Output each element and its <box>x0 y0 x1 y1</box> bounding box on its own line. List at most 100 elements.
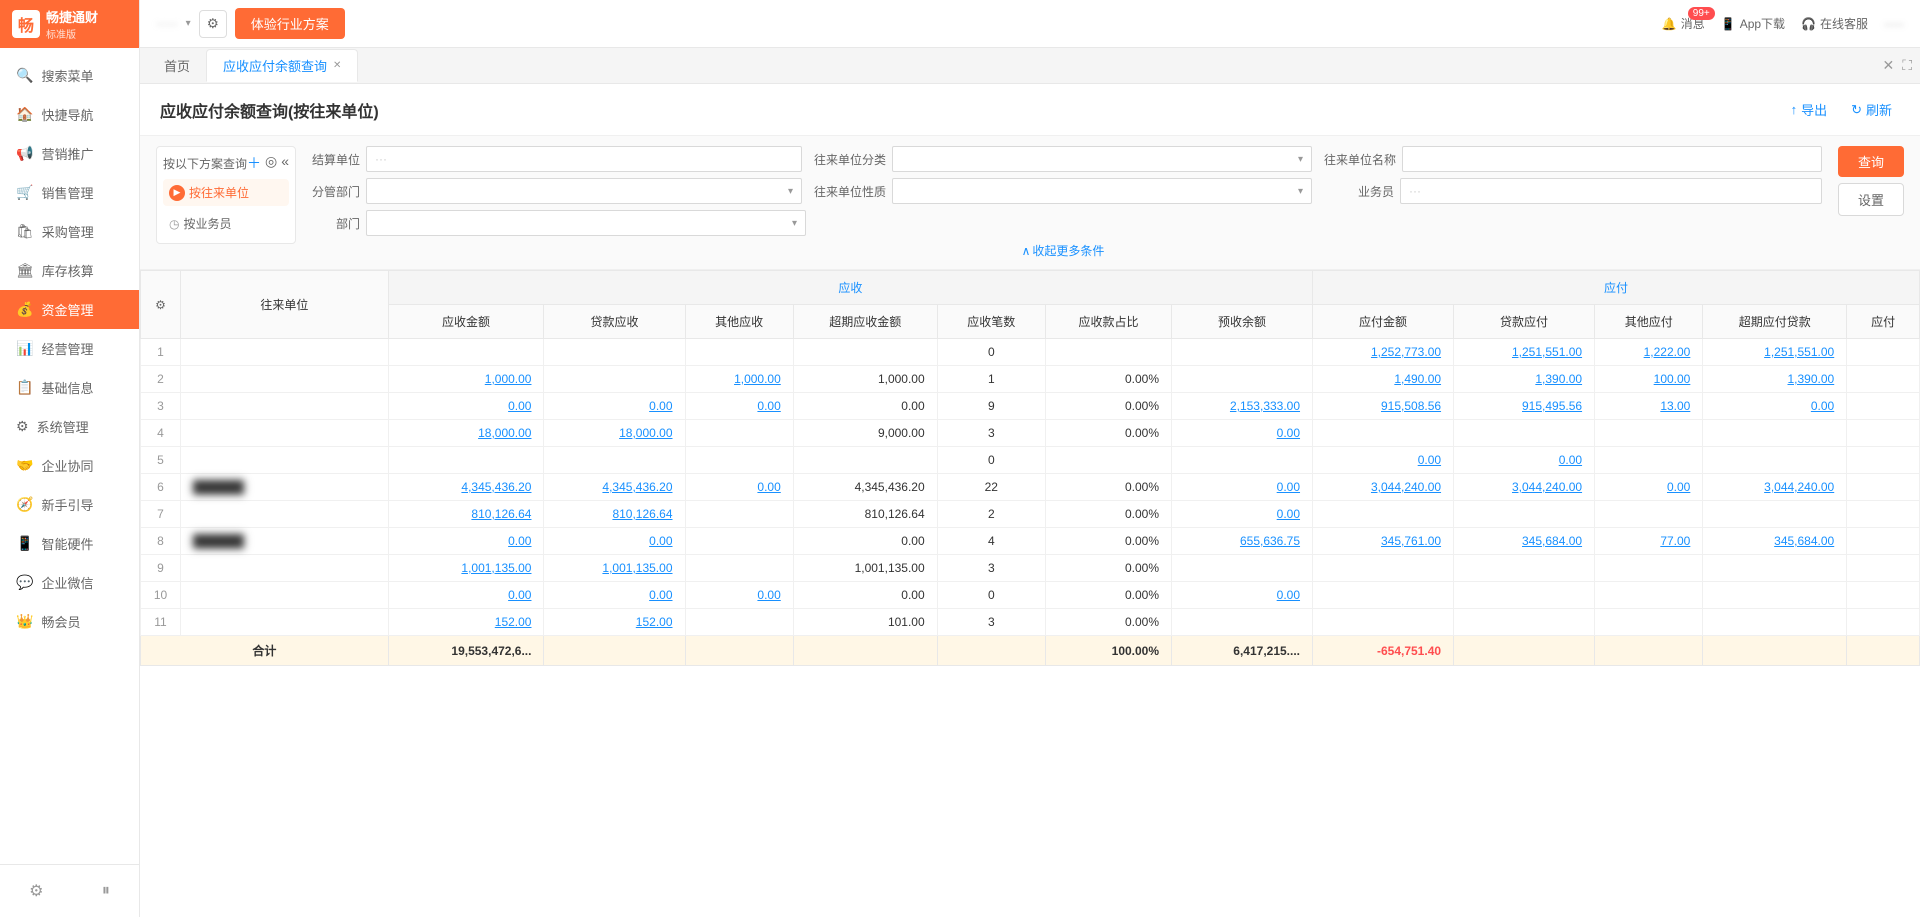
footer-ar-amount[interactable]: 19,553,472,6... <box>388 636 544 666</box>
cell-ar-other[interactable] <box>685 528 793 555</box>
cell-ap-amount[interactable] <box>1313 555 1454 582</box>
sidebar-item-collab[interactable]: 🤝 企业协同 <box>0 446 139 485</box>
cell-ap-other[interactable] <box>1595 447 1703 474</box>
scheme-settings-btn[interactable]: ◎ <box>265 153 277 173</box>
cell-ar-other[interactable] <box>685 555 793 582</box>
cell-ap-loan[interactable] <box>1454 501 1595 528</box>
scheme-collapse-btn[interactable]: « <box>281 153 289 173</box>
cell-ap-amount[interactable] <box>1313 609 1454 636</box>
cell-ar-prepay[interactable]: 0.00 <box>1172 474 1313 501</box>
cell-ar-loan[interactable] <box>544 366 685 393</box>
cell-ar-other[interactable]: 0.00 <box>685 582 793 609</box>
cell-ar-prepay[interactable]: 655,636.75 <box>1172 528 1313 555</box>
tab-home[interactable]: 首页 <box>148 50 206 81</box>
notification-item[interactable]: 🔔 消息 99+ <box>1662 15 1705 32</box>
cell-ar-prepay[interactable]: 0.00 <box>1172 582 1313 609</box>
cell-ap-overdue[interactable]: 1,390.00 <box>1703 366 1847 393</box>
cell-ap-other[interactable] <box>1595 609 1703 636</box>
cell-ar-amount[interactable]: 4,345,436.20 <box>388 474 544 501</box>
collapse-sidebar-btn[interactable]: ⏸ <box>94 874 118 908</box>
cell-ap-loan[interactable]: 3,044,240.00 <box>1454 474 1595 501</box>
cell-ar-other[interactable] <box>685 339 793 366</box>
sidebar-item-business[interactable]: 📊 经营管理 <box>0 329 139 368</box>
cell-ar-loan[interactable]: 18,000.00 <box>544 420 685 447</box>
cell-ar-other[interactable] <box>685 447 793 474</box>
cell-ap-amount[interactable] <box>1313 501 1454 528</box>
cell-ar-loan[interactable]: 810,126.64 <box>544 501 685 528</box>
sidebar-item-search[interactable]: 🔍 搜索菜单 <box>0 56 139 95</box>
tab-close-icon[interactable]: ✕ <box>333 60 341 71</box>
cell-ar-amount[interactable]: 0.00 <box>388 528 544 555</box>
cell-ap-loan[interactable]: 1,390.00 <box>1454 366 1595 393</box>
cell-ar-amount[interactable]: 810,126.64 <box>388 501 544 528</box>
sidebar-item-system[interactable]: ⚙ 系统管理 <box>0 407 139 446</box>
sidebar-item-marketing[interactable]: 📢 营销推广 <box>0 134 139 173</box>
partner-name-input[interactable] <box>1402 146 1822 172</box>
cell-ar-amount[interactable]: 152.00 <box>388 609 544 636</box>
cell-ap-overdue[interactable]: 1,251,551.00 <box>1703 339 1847 366</box>
cell-ap-other[interactable]: 0.00 <box>1595 474 1703 501</box>
user-info[interactable]: ····· <box>1884 17 1904 31</box>
cell-ar-other[interactable] <box>685 420 793 447</box>
cell-ap-amount[interactable]: 915,508.56 <box>1313 393 1454 420</box>
nav-item-salesperson[interactable]: ◷ 按业务员 <box>163 210 289 237</box>
cell-ar-loan[interactable] <box>544 339 685 366</box>
cell-ap-loan[interactable]: 1,251,551.00 <box>1454 339 1595 366</box>
cell-ap-amount[interactable]: 3,044,240.00 <box>1313 474 1454 501</box>
cell-ap-other[interactable] <box>1595 420 1703 447</box>
refresh-button[interactable]: ↻ 刷新 <box>1843 96 1900 123</box>
sidebar-item-member[interactable]: 👑 畅会员 <box>0 602 139 641</box>
cell-ap-amount[interactable] <box>1313 582 1454 609</box>
cell-ar-prepay[interactable]: 0.00 <box>1172 501 1313 528</box>
partner-category-select[interactable]: ▾ <box>892 146 1312 172</box>
table-settings-icon[interactable]: ⚙ <box>155 298 166 312</box>
sidebar-item-hardware[interactable]: 📱 智能硬件 <box>0 524 139 563</box>
cell-ar-prepay[interactable]: 0.00 <box>1172 420 1313 447</box>
salesperson-input[interactable]: ··· <box>1400 178 1822 204</box>
cell-ap-overdue[interactable] <box>1703 609 1847 636</box>
app-download-item[interactable]: 📱 App下载 <box>1721 15 1785 32</box>
cell-ar-amount[interactable] <box>388 339 544 366</box>
cell-ap-loan[interactable]: 915,495.56 <box>1454 393 1595 420</box>
cell-ar-amount[interactable]: 0.00 <box>388 393 544 420</box>
cell-ar-other[interactable]: 0.00 <box>685 474 793 501</box>
cell-ap-other[interactable]: 13.00 <box>1595 393 1703 420</box>
cell-ap-loan[interactable] <box>1454 609 1595 636</box>
dept-select[interactable]: ▾ <box>366 178 802 204</box>
tab-receivable-query[interactable]: 应收应付余额查询 ✕ <box>206 49 358 82</box>
cell-ap-other[interactable]: 77.00 <box>1595 528 1703 555</box>
cell-ar-loan[interactable]: 152.00 <box>544 609 685 636</box>
cell-ar-amount[interactable]: 1,000.00 <box>388 366 544 393</box>
cell-ap-amount[interactable]: 345,761.00 <box>1313 528 1454 555</box>
try-industry-button[interactable]: 体验行业方案 <box>235 8 345 39</box>
cell-ap-overdue[interactable]: 345,684.00 <box>1703 528 1847 555</box>
tab-close-window-btn[interactable]: ✕ <box>1882 57 1894 74</box>
sidebar-item-purchase[interactable]: 🛍 采购管理 <box>0 212 139 251</box>
sidebar-item-sales[interactable]: 🛒 销售管理 <box>0 173 139 212</box>
cell-ar-loan[interactable]: 4,345,436.20 <box>544 474 685 501</box>
cell-ap-other[interactable] <box>1595 555 1703 582</box>
cell-ap-overdue[interactable]: 3,044,240.00 <box>1703 474 1847 501</box>
sidebar-item-basic[interactable]: 📋 基础信息 <box>0 368 139 407</box>
cell-ap-overdue[interactable] <box>1703 555 1847 582</box>
cell-ap-other[interactable]: 1,222.00 <box>1595 339 1703 366</box>
cell-ap-overdue[interactable] <box>1703 501 1847 528</box>
cell-ap-loan[interactable] <box>1454 582 1595 609</box>
query-button[interactable]: 查询 <box>1838 146 1904 177</box>
cell-ar-amount[interactable] <box>388 447 544 474</box>
cell-ar-loan[interactable]: 0.00 <box>544 528 685 555</box>
cell-ar-loan[interactable]: 1,001,135.00 <box>544 555 685 582</box>
collapse-button[interactable]: ∧ 收起更多条件 <box>1022 242 1105 259</box>
cell-ar-other[interactable]: 0.00 <box>685 393 793 420</box>
cell-ap-overdue[interactable]: 0.00 <box>1703 393 1847 420</box>
cell-ap-amount[interactable]: 1,252,773.00 <box>1313 339 1454 366</box>
sidebar-item-quicknav[interactable]: 🏠 快捷导航 <box>0 95 139 134</box>
cell-ar-other[interactable] <box>685 609 793 636</box>
cell-ap-other[interactable] <box>1595 501 1703 528</box>
sidebar-item-finance[interactable]: 💰 资金管理 <box>0 290 139 329</box>
export-button[interactable]: ↑ 导出 <box>1783 96 1836 123</box>
settlement-unit-input[interactable]: ··· <box>366 146 802 172</box>
cell-ar-amount[interactable]: 0.00 <box>388 582 544 609</box>
cell-ap-loan[interactable]: 345,684.00 <box>1454 528 1595 555</box>
cell-ap-loan[interactable]: 0.00 <box>1454 447 1595 474</box>
